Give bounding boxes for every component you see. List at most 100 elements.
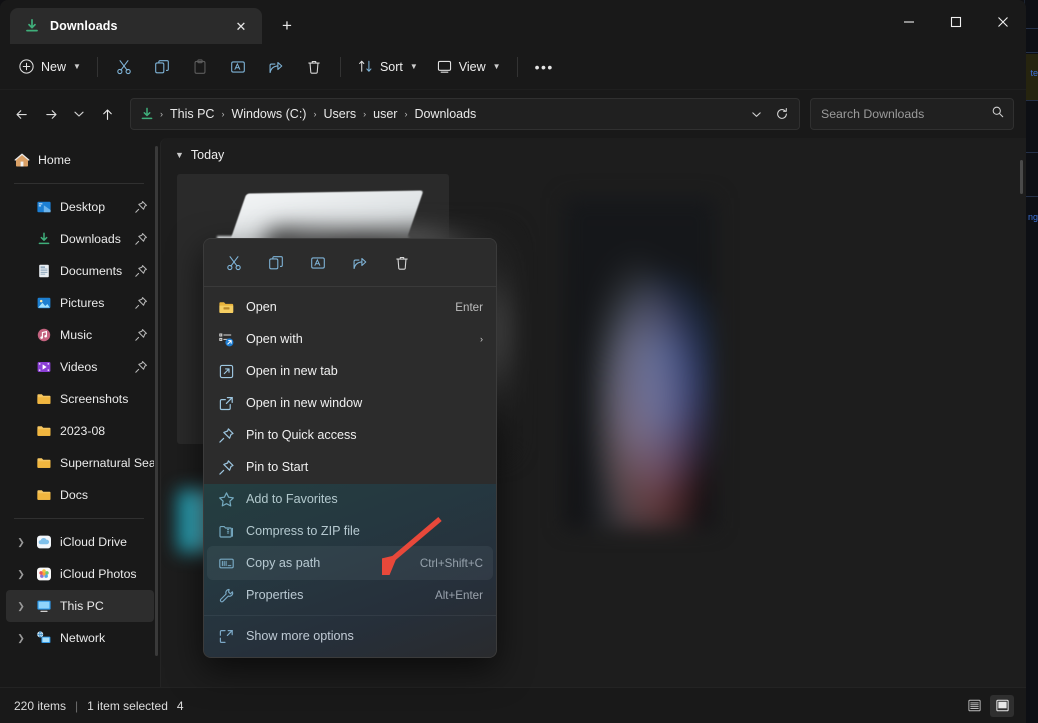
zip-icon	[218, 523, 235, 540]
ellipsis-icon: •••	[535, 60, 554, 74]
address-bar[interactable]: › This PC › Windows (C:) › Users › user …	[130, 98, 800, 130]
sidebar-item-icloud-photos[interactable]: ❯ iCloud Photos	[6, 558, 154, 590]
context-menu-item-open-in-new-window[interactable]: Open in new window	[208, 387, 492, 419]
chevron-right-icon[interactable]: ❯	[14, 622, 28, 654]
rename-button[interactable]	[220, 51, 256, 83]
context-menu-item-pin-to-start[interactable]: Pin to Start	[208, 451, 492, 483]
delete-button[interactable]	[296, 51, 332, 83]
background-window-line	[1024, 196, 1038, 197]
copy-button[interactable]	[256, 246, 296, 280]
maximize-button[interactable]	[932, 0, 979, 44]
paste-button[interactable]	[182, 51, 218, 83]
context-menu-item-pin-to-quick-access[interactable]: Pin to Quick access	[208, 419, 492, 451]
chevron-right-icon[interactable]: ❯	[14, 558, 28, 590]
context-menu-item-open[interactable]: Open Enter	[208, 291, 492, 323]
up-button[interactable]	[92, 99, 122, 129]
copy-button[interactable]	[144, 51, 180, 83]
sidebar-scrollbar[interactable]	[155, 146, 158, 656]
more-options-button[interactable]: •••	[526, 51, 563, 83]
folder-icon	[36, 487, 52, 503]
view-button[interactable]: View ▼	[428, 51, 509, 83]
pin-icon	[218, 427, 235, 444]
breadcrumb-item-user[interactable]: user	[367, 104, 403, 124]
background-window-sliver: te ng	[1024, 0, 1038, 723]
folder-icon	[36, 391, 52, 407]
sidebar-item-network[interactable]: ❯ Network	[6, 622, 154, 654]
address-dropdown-button[interactable]	[743, 101, 769, 127]
view-icon	[436, 58, 453, 75]
sidebar-item-pictures[interactable]: Pictures	[6, 287, 154, 319]
chevron-right-icon[interactable]: ❯	[14, 526, 28, 558]
sidebar-item-documents[interactable]: Documents	[6, 255, 154, 287]
content-scrollbar[interactable]	[1020, 160, 1023, 194]
icloud-drive-icon	[36, 534, 52, 550]
sort-button[interactable]: Sort ▼	[349, 51, 426, 83]
chevron-down-icon[interactable]: ▼	[175, 150, 184, 160]
sidebar-item-music[interactable]: Music	[6, 319, 154, 351]
search-input[interactable]	[821, 107, 991, 121]
sidebar-item-home[interactable]: Home	[6, 144, 154, 176]
breadcrumb-item-users[interactable]: Users	[317, 104, 362, 124]
context-menu-item-add-to-favorites[interactable]: Add to Favorites	[208, 483, 492, 515]
context-menu-item-copy-as-path[interactable]: Copy as path Ctrl+Shift+C	[208, 547, 492, 579]
cut-button[interactable]	[106, 51, 142, 83]
cut-button[interactable]	[214, 246, 254, 280]
tab-downloads[interactable]: Downloads ✕	[10, 8, 262, 44]
back-button[interactable]	[6, 99, 36, 129]
music-icon	[36, 327, 52, 343]
open-with-icon	[218, 331, 235, 348]
search-icon	[991, 105, 1005, 124]
context-menu-item-open-in-new-tab[interactable]: Open in new tab	[208, 355, 492, 387]
refresh-button[interactable]	[769, 101, 795, 127]
breadcrumb-item-this-pc[interactable]: This PC	[164, 104, 220, 124]
new-button[interactable]: New ▼	[10, 51, 89, 83]
breadcrumb-item-windows-c[interactable]: Windows (C:)	[225, 104, 312, 124]
large-icons-view-icon[interactable]	[990, 695, 1014, 717]
downloads-icon	[24, 18, 40, 34]
context-menu-item-open-with[interactable]: Open with ›	[208, 323, 492, 355]
sidebar-item-2023-08[interactable]: 2023-08	[6, 415, 154, 447]
pin-icon	[218, 459, 235, 476]
chevron-down-icon: ▼	[73, 62, 81, 71]
pin-icon	[134, 328, 148, 342]
toolbar-divider	[97, 57, 98, 77]
status-divider: |	[75, 699, 78, 713]
file-thumbnail-blurred[interactable]	[565, 198, 715, 528]
context-menu-item-show-more-options[interactable]: Show more options	[208, 620, 492, 652]
sidebar-item-screenshots[interactable]: Screenshots	[6, 383, 154, 415]
share-button[interactable]	[340, 246, 380, 280]
sidebar-item-docs[interactable]: Docs	[6, 479, 154, 511]
minimize-button[interactable]	[885, 0, 932, 44]
forward-button[interactable]	[36, 99, 66, 129]
group-header-today[interactable]: ▼ Today	[161, 138, 1026, 168]
context-menu-item-properties[interactable]: Properties Alt+Enter	[208, 579, 492, 611]
new-button-label: New	[41, 60, 66, 74]
details-view-icon[interactable]	[962, 695, 986, 717]
context-menu[interactable]: Open Enter Open with ›	[203, 238, 497, 658]
sidebar-item-icloud-drive[interactable]: ❯ iCloud Drive	[6, 526, 154, 558]
sort-button-label: Sort	[380, 60, 403, 74]
view-toggle-group	[962, 695, 1014, 717]
sidebar-item-label: 2023-08	[60, 424, 154, 438]
sidebar-item-supernatural[interactable]: Supernatural Seа	[6, 447, 154, 479]
background-window-line	[1024, 52, 1038, 53]
rename-button[interactable]	[298, 246, 338, 280]
breadcrumb-item-downloads[interactable]: Downloads	[408, 104, 482, 124]
search-box[interactable]	[810, 98, 1014, 130]
close-icon[interactable]: ✕	[228, 13, 254, 39]
sidebar-item-this-pc[interactable]: ❯ This PC	[6, 590, 154, 622]
breadcrumb: › This PC › Windows (C:) › Users › user …	[159, 104, 743, 124]
chevron-right-icon[interactable]: ›	[480, 334, 483, 344]
tab-title: Downloads	[50, 19, 218, 33]
sidebar-item-desktop[interactable]: Desktop	[6, 191, 154, 223]
chevron-right-icon[interactable]: ❯	[14, 590, 28, 622]
share-button[interactable]	[258, 51, 294, 83]
sidebar-item-downloads[interactable]: Downloads	[6, 223, 154, 255]
pin-icon	[134, 264, 148, 278]
delete-button[interactable]	[382, 246, 422, 280]
sidebar-item-videos[interactable]: Videos	[6, 351, 154, 383]
recent-locations-button[interactable]	[66, 99, 92, 129]
new-tab-button[interactable]: +	[270, 10, 304, 42]
context-menu-item-compress-to-zip[interactable]: Compress to ZIP file	[208, 515, 492, 547]
close-button[interactable]	[979, 0, 1026, 44]
